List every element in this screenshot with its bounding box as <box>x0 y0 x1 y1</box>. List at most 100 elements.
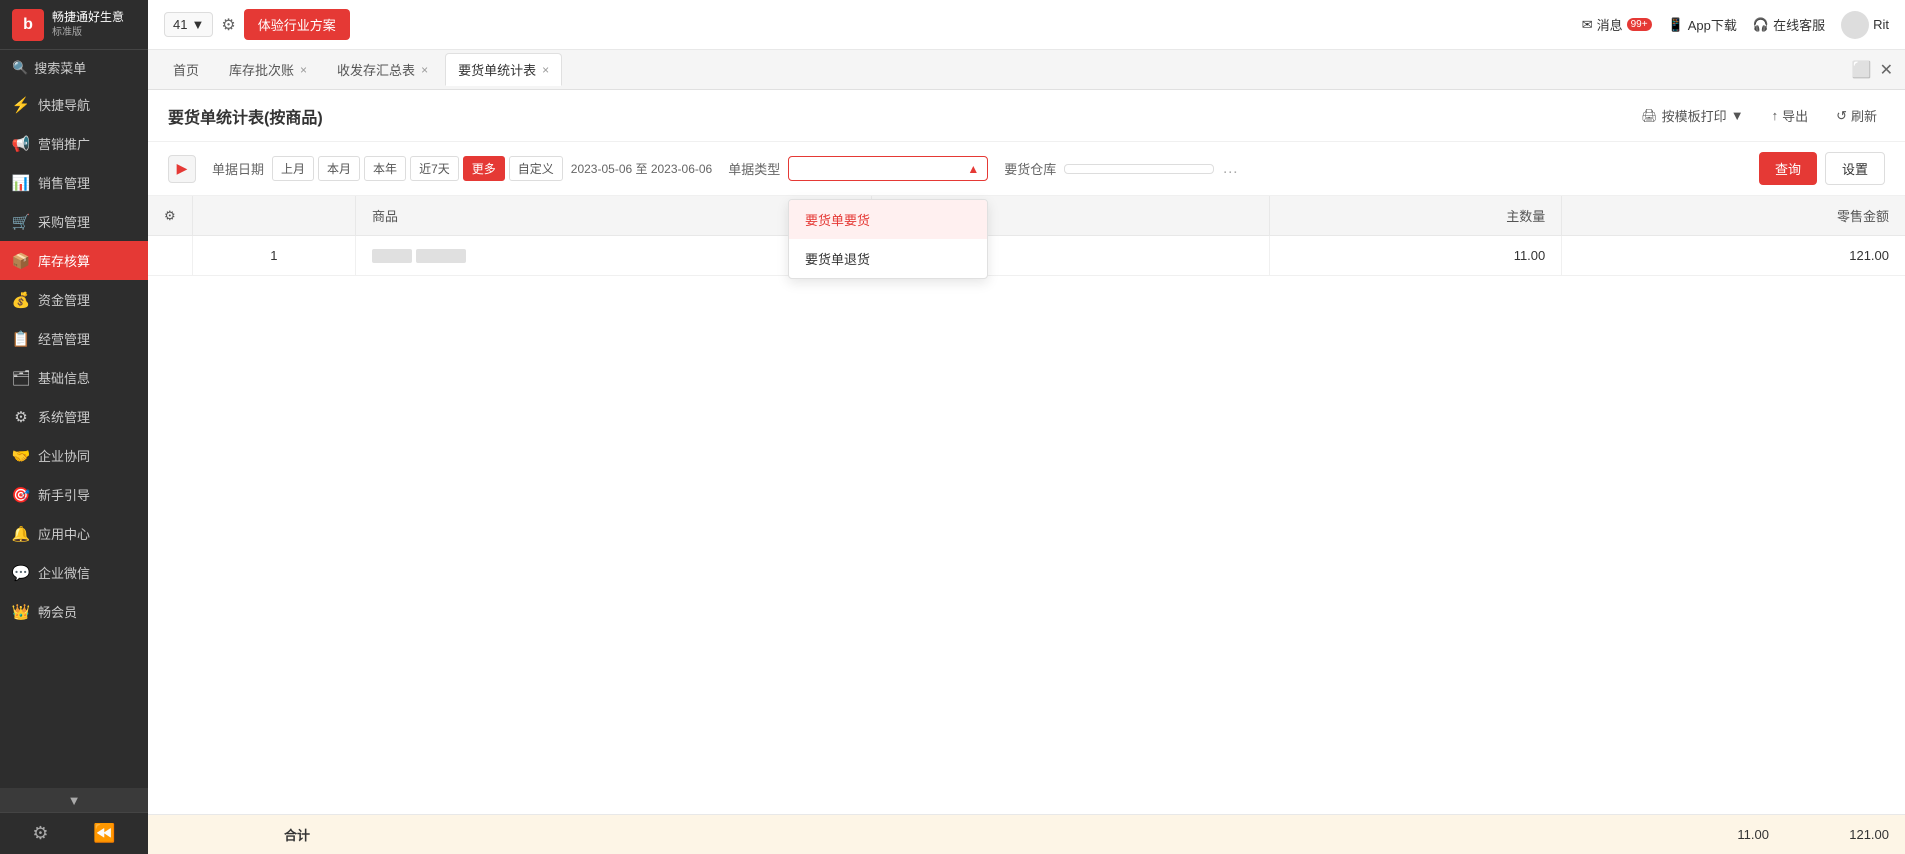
sidebar-nav: 📢 营销推广 📊 销售管理 🛒 采购管理 📦 库存核算 💰 资金管理 📋 经营管… <box>0 124 148 788</box>
tab-order-close-icon[interactable]: × <box>542 64 549 76</box>
sidebar-item-sales-mgmt[interactable]: 📊 销售管理 <box>0 163 148 202</box>
refresh-btn[interactable]: ↺ 刷新 <box>1828 102 1885 129</box>
sidebar-item-vip-member[interactable]: 👑 畅会员 <box>0 592 148 631</box>
top-header: 41 ▼ ⚙ 体验行业方案 ✉ 消息 99+ 📱 App下载 🎧 在线客服 R <box>148 0 1905 50</box>
dropdown-item-tuihuo[interactable]: 要货单退货 <box>789 239 987 278</box>
tab-batch-close-icon[interactable]: × <box>300 64 307 76</box>
tab-order-stats[interactable]: 要货单统计表 × <box>445 53 562 86</box>
sidebar-item-operations[interactable]: 📋 经营管理 <box>0 319 148 358</box>
sidebar-item-quicknav[interactable]: ⚡ 快捷导航 <box>0 85 148 124</box>
sidebar-header: b 畅捷通好生意 标准版 <box>0 0 148 50</box>
tab-close-all-icon[interactable]: ✕ <box>1880 60 1893 80</box>
settings-btn[interactable]: 设置 <box>1825 152 1885 185</box>
tab-home[interactable]: 首页 <box>160 53 212 86</box>
date-btn-label: 本月 <box>327 162 351 176</box>
query-btn[interactable]: 查询 <box>1759 152 1817 185</box>
messages-btn[interactable]: ✉ 消息 99+ <box>1582 15 1652 34</box>
main-area: 41 ▼ ⚙ 体验行业方案 ✉ 消息 99+ 📱 App下载 🎧 在线客服 R <box>148 0 1905 854</box>
sidebar-item-new-guide[interactable]: 🎯 新手引导 <box>0 475 148 514</box>
row-seq-cell: 1 <box>192 236 355 276</box>
qty-col-label: 主数量 <box>1506 209 1545 224</box>
type-select[interactable]: ▲ <box>788 156 988 181</box>
sidebar-item-finance[interactable]: 💰 资金管理 <box>0 280 148 319</box>
sidebar-item-basic-info[interactable]: 🗂 基础信息 <box>0 358 148 397</box>
header-gear-icon[interactable]: ⚙ <box>221 15 235 35</box>
sidebar-footer: ⚙ ⏪ <box>0 812 148 854</box>
guide-icon: 🎯 <box>12 486 30 504</box>
nav-label: 新手引导 <box>38 485 90 504</box>
footer-label: 合计 <box>284 825 544 844</box>
date-btn-custom[interactable]: 自定义 <box>509 156 563 181</box>
col-seq <box>192 196 355 236</box>
sidebar-item-marketing-promo[interactable]: 📢 营销推广 <box>0 124 148 163</box>
date-btn-last-month[interactable]: 上月 <box>272 156 314 181</box>
row-qty: 11.00 <box>1514 248 1546 263</box>
dropdown-item-yaohuo[interactable]: 要货单要货 <box>789 200 987 239</box>
tab-recv-close-icon[interactable]: × <box>421 64 428 76</box>
app-title: 畅捷通好生意 标准版 <box>52 10 124 39</box>
filter-area: ▶ 单据日期 上月 本月 本年 近7天 <box>148 142 1905 196</box>
export-btn[interactable]: ↑ 导出 <box>1764 102 1817 129</box>
app-download-btn[interactable]: 📱 App下载 <box>1668 15 1737 34</box>
product-placeholder <box>372 249 855 263</box>
user-menu[interactable]: Rit <box>1841 11 1889 39</box>
sales-icon: 📊 <box>12 174 30 192</box>
trial-btn[interactable]: 体验行业方案 <box>244 9 350 40</box>
sidebar-item-sys-mgmt[interactable]: ⚙ 系统管理 <box>0 397 148 436</box>
sidebar-item-purchase-mgmt[interactable]: 🛒 采购管理 <box>0 202 148 241</box>
type-select-value <box>797 161 967 176</box>
sidebar-item-inventory[interactable]: 📦 库存核算 <box>0 241 148 280</box>
date-btn-last7days[interactable]: 近7天 <box>410 156 459 181</box>
table-body: 1 块 11.00 <box>148 236 1905 276</box>
print-template-btn[interactable]: 🖨 按模板打印 ▼ <box>1633 102 1751 129</box>
purchase-icon: 🛒 <box>12 213 30 231</box>
col-settings[interactable]: ⚙ <box>148 196 192 236</box>
sidebar-search-menu[interactable]: 🔍 搜索菜单 <box>0 50 148 85</box>
type-filter-group: 单据类型 ▲ <box>728 156 988 181</box>
nav-label: 营销推广 <box>38 134 90 153</box>
nav-label: 企业微信 <box>38 563 90 582</box>
collapse-sidebar-icon[interactable]: ⏪ <box>93 823 115 844</box>
table-header-row: ⚙ 商品 主计量单位 主数量 <box>148 196 1905 236</box>
nav-label: 经营管理 <box>38 329 90 348</box>
tab-expand-icon[interactable]: ⬜ <box>1852 60 1872 80</box>
date-btn-this-month[interactable]: 本月 <box>318 156 360 181</box>
tab-batch-account[interactable]: 库存批次账 × <box>216 53 320 86</box>
export-icon: ↑ <box>1772 108 1779 123</box>
warehouse-label: 要货仓库 <box>1004 159 1056 178</box>
inventory-icon: 📦 <box>12 252 30 270</box>
date-btn-this-year[interactable]: 本年 <box>364 156 406 181</box>
tab-recv-label: 收发存汇总表 <box>337 60 415 79</box>
sidebar-scroll-down[interactable]: ▼ <box>0 788 148 812</box>
header-right: ✉ 消息 99+ 📱 App下载 🎧 在线客服 Rit <box>1582 11 1889 39</box>
data-table: ⚙ 商品 主计量单位 主数量 <box>148 196 1905 276</box>
search-icon: 🔍 <box>12 60 28 76</box>
date-buttons: 上月 本月 本年 近7天 更多 自定义 <box>272 156 563 181</box>
date-btn-more[interactable]: 更多 <box>463 156 505 181</box>
filter-expand-btn[interactable]: ▶ <box>168 155 196 183</box>
tab-receivable-summary[interactable]: 收发存汇总表 × <box>324 53 441 86</box>
row-qty-cell: 11.00 <box>1269 236 1561 276</box>
sidebar-item-enterprise-coop[interactable]: 🤝 企业协同 <box>0 436 148 475</box>
export-label: 导出 <box>1782 106 1808 125</box>
filter-action-btns: 查询 设置 <box>1759 152 1885 185</box>
footer-qty: 11.00 <box>1689 827 1769 842</box>
tab-home-label: 首页 <box>173 60 199 79</box>
service-label: 在线客服 <box>1773 15 1825 34</box>
company-dropdown[interactable]: 41 ▼ <box>164 12 213 37</box>
warehouse-filter-group: 要货仓库 … <box>1004 159 1238 178</box>
msg-badge: 99+ <box>1627 18 1652 31</box>
sidebar-item-app-center[interactable]: 🔔 应用中心 <box>0 514 148 553</box>
user-name: Rit <box>1873 17 1889 32</box>
settings-col-icon: ⚙ <box>164 208 176 223</box>
warehouse-select[interactable] <box>1064 164 1214 174</box>
col-qty: 主数量 <box>1269 196 1561 236</box>
user-avatar <box>1841 11 1869 39</box>
page-title: 要货单统计表(按商品) <box>168 104 323 128</box>
sidebar-item-enterprise-wechat[interactable]: 💬 企业微信 <box>0 553 148 592</box>
tab-actions: ⬜ ✕ <box>1852 60 1893 80</box>
refresh-label: 刷新 <box>1851 106 1877 125</box>
online-service-btn[interactable]: 🎧 在线客服 <box>1753 15 1825 34</box>
settings-footer-icon[interactable]: ⚙ <box>32 823 48 844</box>
warehouse-more-icon[interactable]: … <box>1222 160 1238 178</box>
